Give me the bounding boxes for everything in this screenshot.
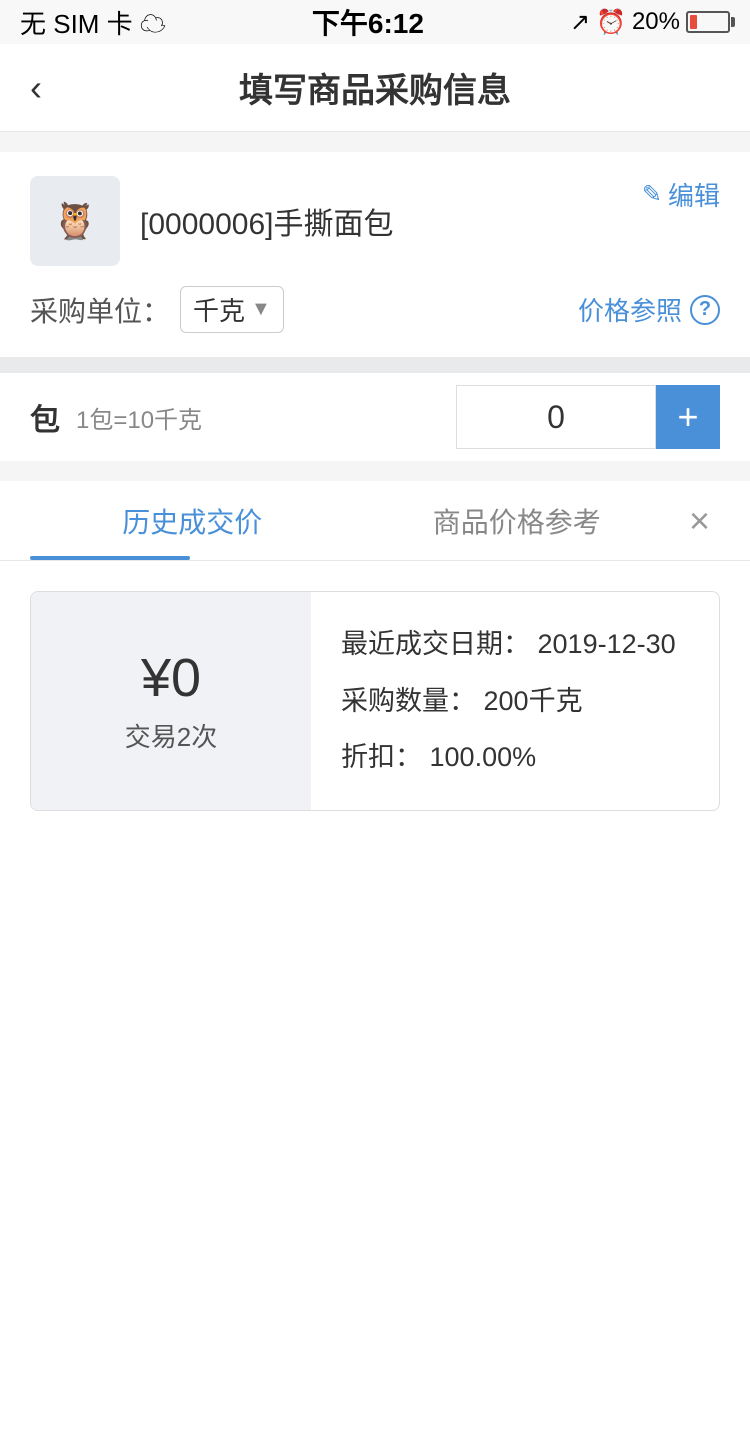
close-tab-button[interactable]: × bbox=[679, 490, 720, 552]
discount-value: 100.00% bbox=[430, 742, 537, 772]
alarm-icon: ⏰ bbox=[596, 8, 626, 37]
purchase-qty-row: 采购数量： 200千克 bbox=[341, 681, 689, 722]
tab-history-price[interactable]: 历史成交价 bbox=[30, 481, 354, 561]
battery-icon bbox=[686, 11, 730, 33]
price-card: ¥0 交易2次 最近成交日期： 2019-12-30 采购数量： 200千克 折… bbox=[30, 591, 720, 811]
recent-date-value: 2019-12-30 bbox=[538, 629, 676, 659]
price-ref-label: 价格参照 bbox=[578, 291, 682, 328]
tab-underline bbox=[30, 556, 190, 560]
purchase-qty-label: 采购数量： bbox=[341, 686, 476, 716]
status-right: ↗ ⏰ 20% bbox=[570, 8, 730, 37]
battery-fill bbox=[690, 15, 697, 29]
help-icon: ? bbox=[690, 295, 720, 325]
status-bar: 无 SIM 卡 ☁ 下午6:12 ↗ ⏰ 20% bbox=[0, 0, 750, 44]
unit-select-arrow-icon: ▼ bbox=[251, 298, 271, 321]
product-unit-row: 采购单位： 千克 ▼ 价格参照 ? bbox=[30, 286, 720, 333]
unit-value: 千克 bbox=[193, 291, 245, 328]
unit-select[interactable]: 千克 ▼ bbox=[180, 286, 284, 333]
plus-button[interactable]: + bbox=[656, 385, 720, 449]
product-left: 🦉 [0000006]手撕面包 bbox=[30, 176, 393, 266]
purchase-qty-value: 200千克 bbox=[484, 686, 583, 716]
tab-bar: 历史成交价 商品价格参考 × bbox=[0, 481, 750, 561]
battery-percent: 20% bbox=[632, 8, 680, 36]
edit-label: 编辑 bbox=[668, 176, 720, 213]
edit-icon: ✎ bbox=[642, 180, 662, 209]
status-time: 下午6:12 bbox=[312, 2, 424, 42]
back-button[interactable]: ‹ bbox=[30, 57, 52, 119]
unit-badge: 包 bbox=[30, 395, 60, 439]
page-title: 填写商品采购信息 bbox=[239, 63, 511, 112]
nav-bar: ‹ 填写商品采购信息 bbox=[0, 44, 750, 132]
recent-date-row: 最近成交日期： 2019-12-30 bbox=[341, 624, 689, 665]
section-divider bbox=[0, 357, 750, 373]
unit-label: 采购单位： bbox=[30, 290, 170, 330]
price-ref-button[interactable]: 价格参照 ? bbox=[578, 291, 720, 328]
empty-content-area bbox=[0, 841, 750, 1441]
history-content: ¥0 交易2次 最近成交日期： 2019-12-30 采购数量： 200千克 折… bbox=[0, 561, 750, 841]
unit-info: 包 1包=10千克 bbox=[30, 395, 202, 439]
recent-date-label: 最近成交日期： bbox=[341, 629, 530, 659]
quantity-control: + bbox=[456, 385, 720, 449]
no-sim-label: 无 SIM 卡 ☁ bbox=[20, 4, 166, 41]
price-card-left: ¥0 交易2次 bbox=[31, 592, 311, 810]
status-left: 无 SIM 卡 ☁ bbox=[20, 4, 166, 41]
tab-section: 历史成交价 商品价格参考 × ¥0 交易2次 最近成交日期： 2019-12-3… bbox=[0, 481, 750, 841]
product-name: [0000006]手撕面包 bbox=[140, 199, 393, 243]
quantity-row: 包 1包=10千克 + bbox=[0, 373, 750, 461]
product-logo-icon: 🦉 bbox=[53, 200, 98, 242]
unit-section: 采购单位： 千克 ▼ bbox=[30, 286, 284, 333]
tab-price-ref[interactable]: 商品价格参考 bbox=[354, 481, 678, 561]
price-amount: ¥0 bbox=[141, 647, 201, 709]
product-header: 🦉 [0000006]手撕面包 ✎ 编辑 bbox=[30, 176, 720, 266]
edit-button[interactable]: ✎ 编辑 bbox=[642, 176, 720, 213]
unit-conversion: 1包=10千克 bbox=[76, 400, 202, 435]
price-card-right: 最近成交日期： 2019-12-30 采购数量： 200千克 折扣： 100.0… bbox=[311, 592, 719, 810]
product-card: 🦉 [0000006]手撕面包 ✎ 编辑 采购单位： 千克 ▼ 价格参照 ? bbox=[0, 152, 750, 357]
discount-row: 折扣： 100.00% bbox=[341, 737, 689, 778]
trade-count: 交易2次 bbox=[125, 717, 217, 754]
quantity-input[interactable] bbox=[456, 385, 656, 449]
product-thumbnail: 🦉 bbox=[30, 176, 120, 266]
discount-label: 折扣： bbox=[341, 742, 422, 772]
location-icon: ↗ bbox=[570, 8, 590, 37]
